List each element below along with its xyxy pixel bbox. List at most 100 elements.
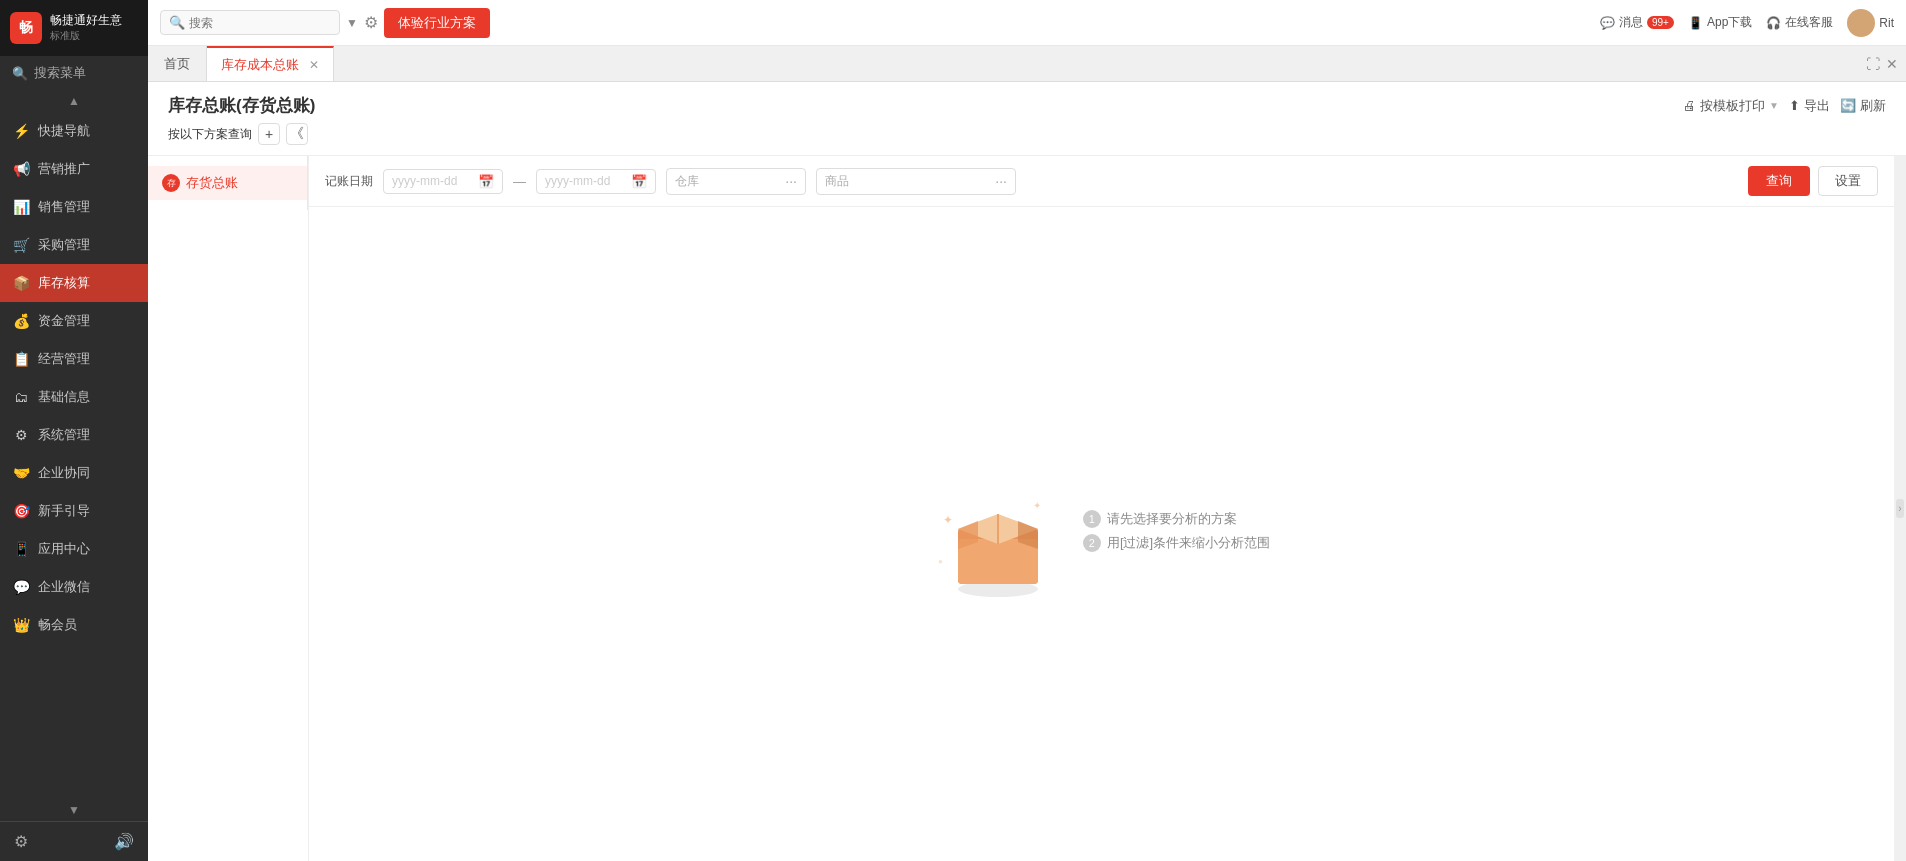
inventory-icon: 📦 [12,274,30,292]
svg-rect-2 [958,539,1038,584]
tab-home[interactable]: 首页 [148,46,207,81]
step-2-num: 2 [1083,534,1101,552]
messages-item[interactable]: 💬 消息 99+ [1600,14,1674,31]
sidebar-item-wechat[interactable]: 💬 企业微信 [0,568,148,606]
print-template-btn[interactable]: 🖨 按模板打印 ▼ [1683,97,1779,115]
sidebar-item-app-center[interactable]: 📱 应用中心 [0,530,148,568]
topbar-search-area: 🔍 ▼ ⚙ 体验行业方案 [160,8,1592,38]
empty-state: ✦ ✦ ● 1 请先选择要分析的方案 2 用[过滤]条件来缩小分析范围 [309,207,1894,861]
topbar-chevron-icon[interactable]: ▼ [346,16,358,30]
empty-hints: 1 请先选择要分析的方案 2 用[过滤]条件来缩小分析范围 [1083,510,1270,558]
search-icon: 🔍 [12,66,28,81]
app-download-item[interactable]: 📱 App下载 [1688,14,1752,31]
search-box[interactable]: 🔍 [160,10,340,35]
sidebar-item-operation[interactable]: 📋 经营管理 [0,340,148,378]
sidebar-item-cooperation[interactable]: 🤝 企业协同 [0,454,148,492]
cooperation-icon: 🤝 [12,464,30,482]
industry-btn[interactable]: 体验行业方案 [384,8,490,38]
sidebar-footer: ⚙ 🔊 [0,821,148,861]
date-field-label: 记账日期 [325,173,373,190]
settings-button[interactable]: 设置 [1818,166,1878,196]
sidebar-item-label: 库存核算 [38,274,90,292]
search-menu[interactable]: 🔍 搜索菜单 [0,56,148,90]
marketing-icon: 📢 [12,160,30,178]
tab-maximize-icon[interactable]: ⛶ [1866,56,1880,72]
filter-add-btn[interactable]: + [258,123,280,145]
sidebar-item-member[interactable]: 👑 畅会员 [0,606,148,644]
warehouse-more-icon[interactable]: ··· [785,173,797,189]
empty-hint-1: 1 请先选择要分析的方案 [1083,510,1270,528]
empty-svg: ✦ ✦ ● [933,474,1063,604]
svg-text:●: ● [938,557,943,566]
app-version: 标准版 [50,29,122,43]
online-service-item[interactable]: 🎧 在线客服 [1766,14,1833,31]
filter-fields-row: 记账日期 yyyy-mm-dd 📅 — yyyy-mm-dd 📅 仓库 ··· [309,156,1894,207]
scheme-item-inventory-ledger[interactable]: 存 存货总账 [148,166,307,200]
app-download-icon: 📱 [1688,16,1703,30]
scroll-down-button[interactable]: ▼ [68,803,80,817]
filter-label: 按以下方案查询 [168,126,252,143]
sidebar-item-label: 经营管理 [38,350,90,368]
scheme-sidebar: 存 存货总账 [148,156,308,210]
tabbar: 首页 库存成本总账 ✕ ⛶ ✕ [148,46,1906,82]
app-center-icon: 📱 [12,540,30,558]
sidebar-item-marketing[interactable]: 📢 营销推广 [0,150,148,188]
topbar-gear-icon[interactable]: ⚙ [364,13,378,32]
page-title: 库存总账(存货总账) [168,94,315,117]
warehouse-field[interactable]: 仓库 ··· [666,168,806,195]
sidebar-item-sales[interactable]: 📊 销售管理 [0,188,148,226]
guide-icon: 🎯 [12,502,30,520]
date-end-input[interactable]: yyyy-mm-dd 📅 [536,169,656,194]
product-more-icon[interactable]: ··· [995,173,1007,189]
page-actions: 🖨 按模板打印 ▼ ⬆ 导出 🔄 刷新 [1683,97,1886,115]
sidebar-item-system[interactable]: ⚙ 系统管理 [0,416,148,454]
sidebar-item-label: 采购管理 [38,236,90,254]
tab-close-icon[interactable]: ✕ [309,58,319,72]
query-button[interactable]: 查询 [1748,166,1810,196]
app-logo: 畅 畅捷通好生意 标准版 [0,0,148,56]
filter-section: 库存总账(存货总账) 🖨 按模板打印 ▼ ⬆ 导出 🔄 刷新 [148,82,1906,156]
online-service-label: 在线客服 [1785,14,1833,31]
user-name: Rit [1879,16,1894,30]
scroll-up-button[interactable]: ▲ [68,94,80,108]
sidebar-item-purchase[interactable]: 🛒 采购管理 [0,226,148,264]
sidebar-item-inventory[interactable]: 📦 库存核算 [0,264,148,302]
tab-inventory-ledger[interactable]: 库存成本总账 ✕ [207,46,334,81]
right-panel-toggle[interactable]: › [1896,499,1903,518]
tab-close-window-icon[interactable]: ✕ [1886,56,1898,72]
date-start-input[interactable]: yyyy-mm-dd 📅 [383,169,503,194]
empty-hint-1-text: 请先选择要分析的方案 [1107,510,1237,528]
svg-text:✦: ✦ [1033,500,1041,511]
sidebar-item-quick-nav[interactable]: ⚡ 快捷导航 [0,112,148,150]
print-icon: 🖨 [1683,98,1696,113]
headset-icon: 🎧 [1766,16,1781,30]
calendar-end-icon[interactable]: 📅 [631,174,647,189]
refresh-btn[interactable]: 🔄 刷新 [1840,97,1886,115]
settings-footer-icon[interactable]: ⚙ [14,832,28,851]
system-icon: ⚙ [12,426,30,444]
right-content: 记账日期 yyyy-mm-dd 📅 — yyyy-mm-dd 📅 仓库 ··· [309,156,1894,861]
search-menu-label: 搜索菜单 [34,64,86,82]
search-input[interactable] [189,16,309,30]
calendar-start-icon[interactable]: 📅 [478,174,494,189]
export-btn[interactable]: ⬆ 导出 [1789,97,1830,115]
sidebar-item-label: 企业微信 [38,578,90,596]
messages-label: 消息 [1619,14,1643,31]
search-box-icon: 🔍 [169,15,185,30]
audio-footer-icon[interactable]: 🔊 [114,832,134,851]
product-field[interactable]: 商品 ··· [816,168,1016,195]
sidebar-item-guide[interactable]: 🎯 新手引导 [0,492,148,530]
basic-info-icon: 🗂 [12,388,30,406]
sidebar-item-label: 基础信息 [38,388,90,406]
export-icon: ⬆ [1789,98,1800,113]
sidebar-item-basic-info[interactable]: 🗂 基础信息 [0,378,148,416]
quick-nav-icon: ⚡ [12,122,30,140]
filter-controls: 按以下方案查询 + 《 [168,123,1886,155]
filter-collapse-btn[interactable]: 《 [286,123,308,145]
user-avatar-item[interactable]: Rit [1847,9,1894,37]
print-chevron-icon[interactable]: ▼ [1769,100,1779,111]
inventory-ledger-tab-label: 库存成本总账 [221,56,299,74]
export-label: 导出 [1804,97,1830,115]
sidebar-item-finance[interactable]: 💰 资金管理 [0,302,148,340]
logo-icon: 畅 [10,12,42,44]
